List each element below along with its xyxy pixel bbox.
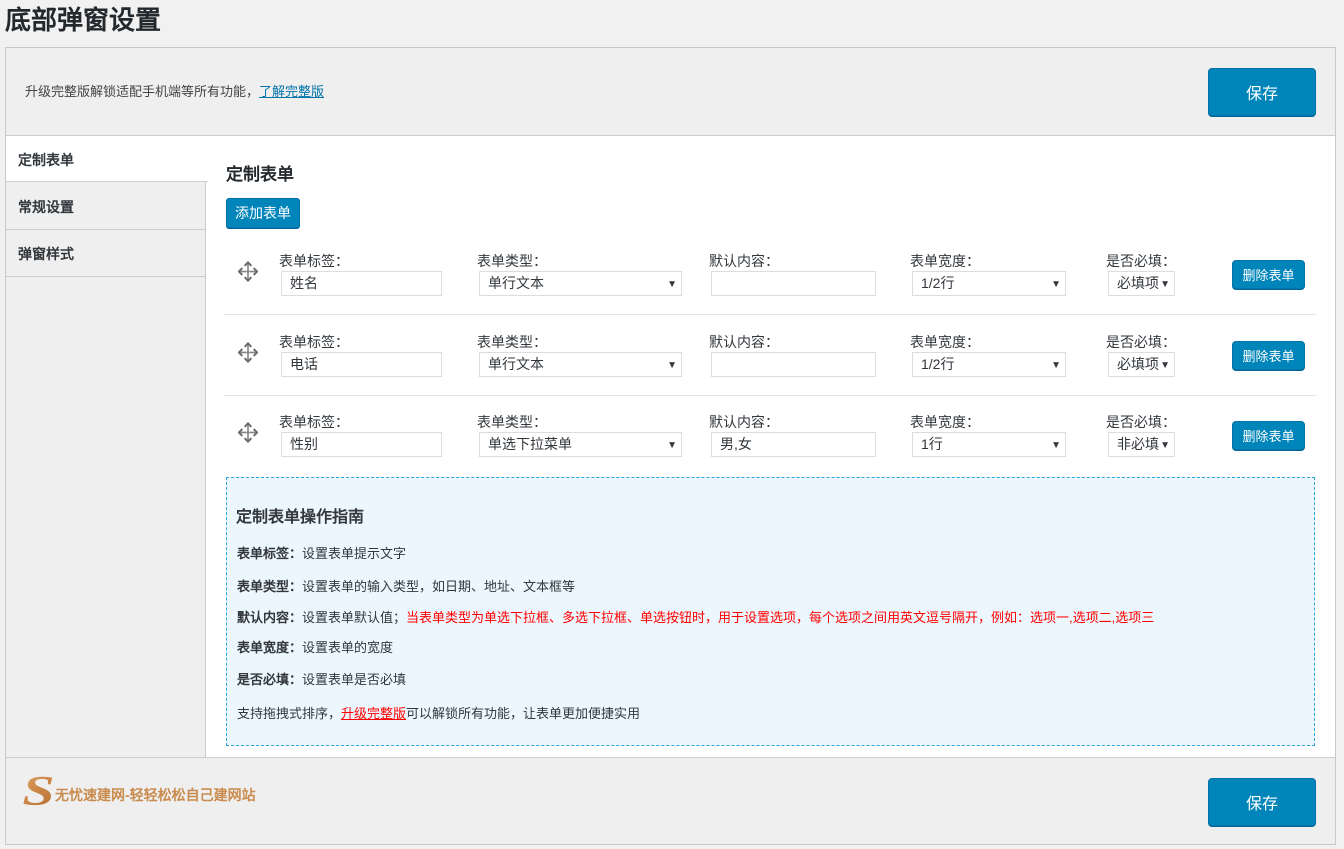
svg-text:S: S xyxy=(22,774,54,810)
